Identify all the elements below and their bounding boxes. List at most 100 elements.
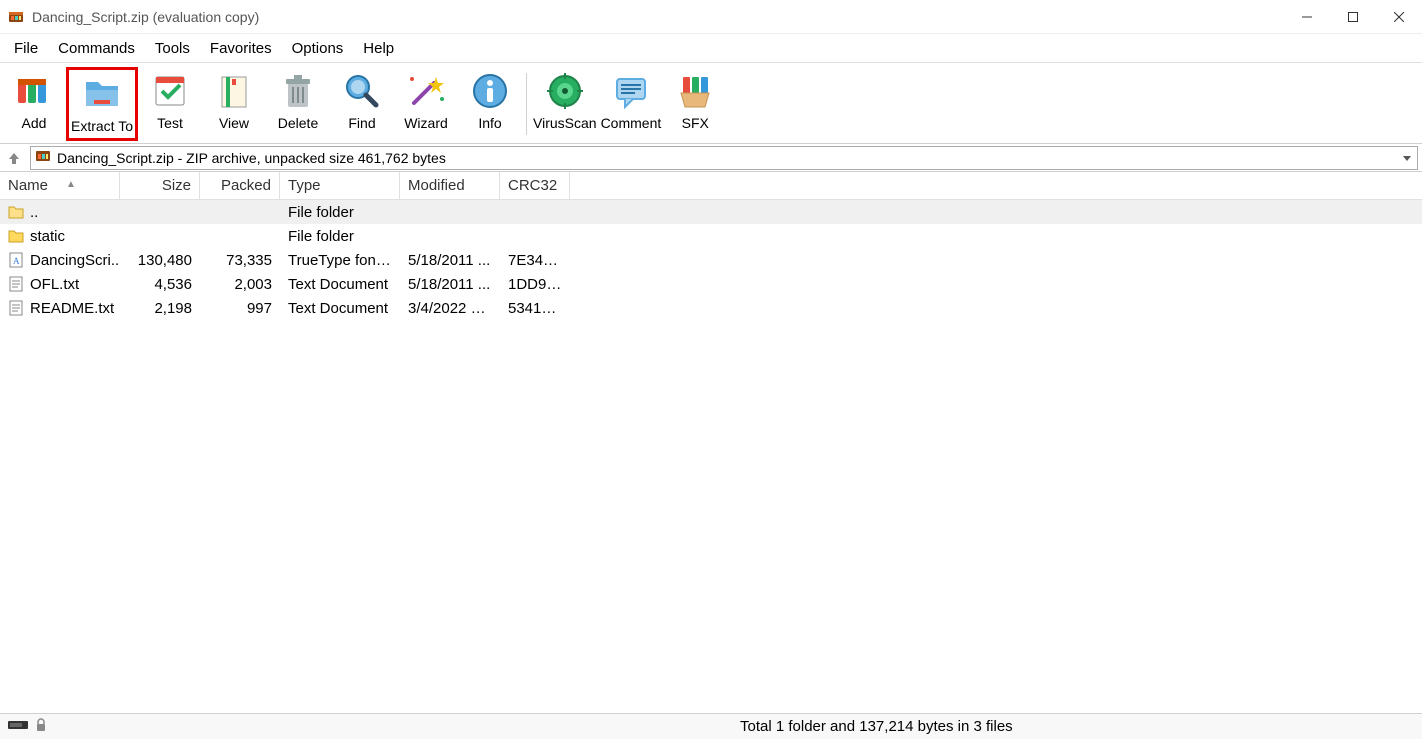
file-row[interactable]: A DancingScri...130,48073,335TrueType fon… — [0, 248, 1422, 272]
file-row[interactable]: .. File folder — [0, 200, 1422, 224]
toolbar-separator — [526, 73, 527, 135]
menu-help[interactable]: Help — [353, 36, 404, 61]
sfx-button[interactable]: SFX — [663, 67, 727, 135]
column-modified-label: Modified — [408, 177, 465, 194]
file-crc: 5341E7... — [500, 300, 570, 317]
view-icon — [212, 69, 256, 113]
winrar-app-icon — [8, 9, 24, 25]
find-label: Find — [348, 115, 375, 131]
file-size: 130,480 — [120, 252, 200, 269]
sfx-label: SFX — [682, 115, 709, 131]
pathbar: Dancing_Script.zip - ZIP archive, unpack… — [0, 144, 1422, 172]
close-button[interactable] — [1376, 1, 1422, 33]
file-name: README.txt — [30, 300, 114, 317]
virusscan-icon — [543, 69, 587, 113]
lock-icon[interactable] — [34, 718, 48, 736]
column-size-label: Size — [162, 177, 191, 194]
column-modified[interactable]: Modified — [400, 172, 500, 199]
file-packed: 2,003 — [200, 276, 280, 293]
file-type: File folder — [280, 228, 400, 245]
column-header: Name ▲ Size Packed Type Modified CRC32 — [0, 172, 1422, 200]
find-button[interactable]: Find — [330, 67, 394, 135]
window-controls — [1284, 1, 1422, 33]
extract-to-label: Extract To — [71, 118, 133, 134]
window-title: Dancing_Script.zip (evaluation copy) — [32, 9, 1284, 25]
file-name: .. — [30, 204, 38, 221]
file-type: File folder — [280, 204, 400, 221]
column-crc32-label: CRC32 — [508, 177, 557, 194]
file-type: Text Document — [280, 300, 400, 317]
test-icon — [148, 69, 192, 113]
delete-label: Delete — [278, 115, 318, 131]
file-row[interactable]: README.txt 2,198997Text Document3/4/2022 … — [0, 296, 1422, 320]
toolbar: Add Extract To Test View Delete Find W — [0, 62, 1422, 144]
menu-tools[interactable]: Tools — [145, 36, 200, 61]
virusscan-button[interactable]: VirusScan — [531, 67, 599, 135]
svg-text:A: A — [13, 256, 20, 266]
extract-to-button[interactable]: Extract To — [66, 67, 138, 141]
file-size: 2,198 — [120, 300, 200, 317]
find-icon — [340, 69, 384, 113]
file-list[interactable]: .. File folder static File folder A DancingSc… — [0, 200, 1422, 713]
column-packed[interactable]: Packed — [200, 172, 280, 199]
menu-commands[interactable]: Commands — [48, 36, 145, 61]
column-name-label: Name — [8, 177, 48, 194]
test-label: Test — [157, 115, 183, 131]
maximize-button[interactable] — [1330, 1, 1376, 33]
minimize-button[interactable] — [1284, 1, 1330, 33]
menu-favorites[interactable]: Favorites — [200, 36, 282, 61]
test-button[interactable]: Test — [138, 67, 202, 135]
disk-icon[interactable] — [8, 718, 28, 736]
menubar: File Commands Tools Favorites Options He… — [0, 34, 1422, 62]
file-name: DancingScri... — [30, 252, 120, 269]
file-crc: 1DD9B... — [500, 276, 570, 293]
view-button[interactable]: View — [202, 67, 266, 135]
column-type-label: Type — [288, 177, 321, 194]
file-crc: 7E3400... — [500, 252, 570, 269]
file-packed: 73,335 — [200, 252, 280, 269]
sfx-icon — [673, 69, 717, 113]
file-name: static — [30, 228, 65, 245]
column-crc32[interactable]: CRC32 — [500, 172, 570, 199]
column-size[interactable]: Size — [120, 172, 200, 199]
comment-button[interactable]: Comment — [599, 67, 664, 135]
file-name: OFL.txt — [30, 276, 79, 293]
info-icon — [468, 69, 512, 113]
folder-icon — [8, 228, 24, 244]
virusscan-label: VirusScan — [533, 115, 597, 131]
file-type: TrueType font f... — [280, 252, 400, 269]
text-file-icon — [8, 300, 24, 316]
add-button[interactable]: Add — [2, 67, 66, 135]
file-modified: 3/4/2022 7:... — [400, 300, 500, 317]
add-label: Add — [22, 115, 47, 131]
archive-icon — [35, 148, 51, 167]
file-row[interactable]: static File folder — [0, 224, 1422, 248]
column-packed-label: Packed — [221, 177, 271, 194]
file-modified: 5/18/2011 ... — [400, 276, 500, 293]
wizard-icon — [404, 69, 448, 113]
file-row[interactable]: OFL.txt4,5362,003Text Document5/18/2011 … — [0, 272, 1422, 296]
path-text: Dancing_Script.zip - ZIP archive, unpack… — [57, 150, 446, 166]
column-type[interactable]: Type — [280, 172, 400, 199]
wizard-label: Wizard — [404, 115, 448, 131]
dropdown-icon[interactable] — [1401, 150, 1413, 169]
comment-label: Comment — [601, 115, 662, 131]
wizard-button[interactable]: Wizard — [394, 67, 458, 135]
file-packed: 997 — [200, 300, 280, 317]
add-icon — [12, 69, 56, 113]
path-input[interactable]: Dancing_Script.zip - ZIP archive, unpack… — [30, 146, 1418, 170]
statusbar: Total 1 folder and 137,214 bytes in 3 fi… — [0, 713, 1422, 739]
menu-options[interactable]: Options — [282, 36, 354, 61]
menu-file[interactable]: File — [4, 36, 48, 61]
delete-button[interactable]: Delete — [266, 67, 330, 135]
folder-up-icon — [8, 204, 24, 220]
extract-to-icon — [80, 72, 124, 116]
font-file-icon: A — [8, 252, 24, 268]
info-label: Info — [478, 115, 501, 131]
info-button[interactable]: Info — [458, 67, 522, 135]
file-size: 4,536 — [120, 276, 200, 293]
column-name[interactable]: Name ▲ — [0, 172, 120, 199]
text-file-icon — [8, 276, 24, 292]
up-button[interactable] — [4, 148, 24, 168]
file-modified: 5/18/2011 ... — [400, 252, 500, 269]
